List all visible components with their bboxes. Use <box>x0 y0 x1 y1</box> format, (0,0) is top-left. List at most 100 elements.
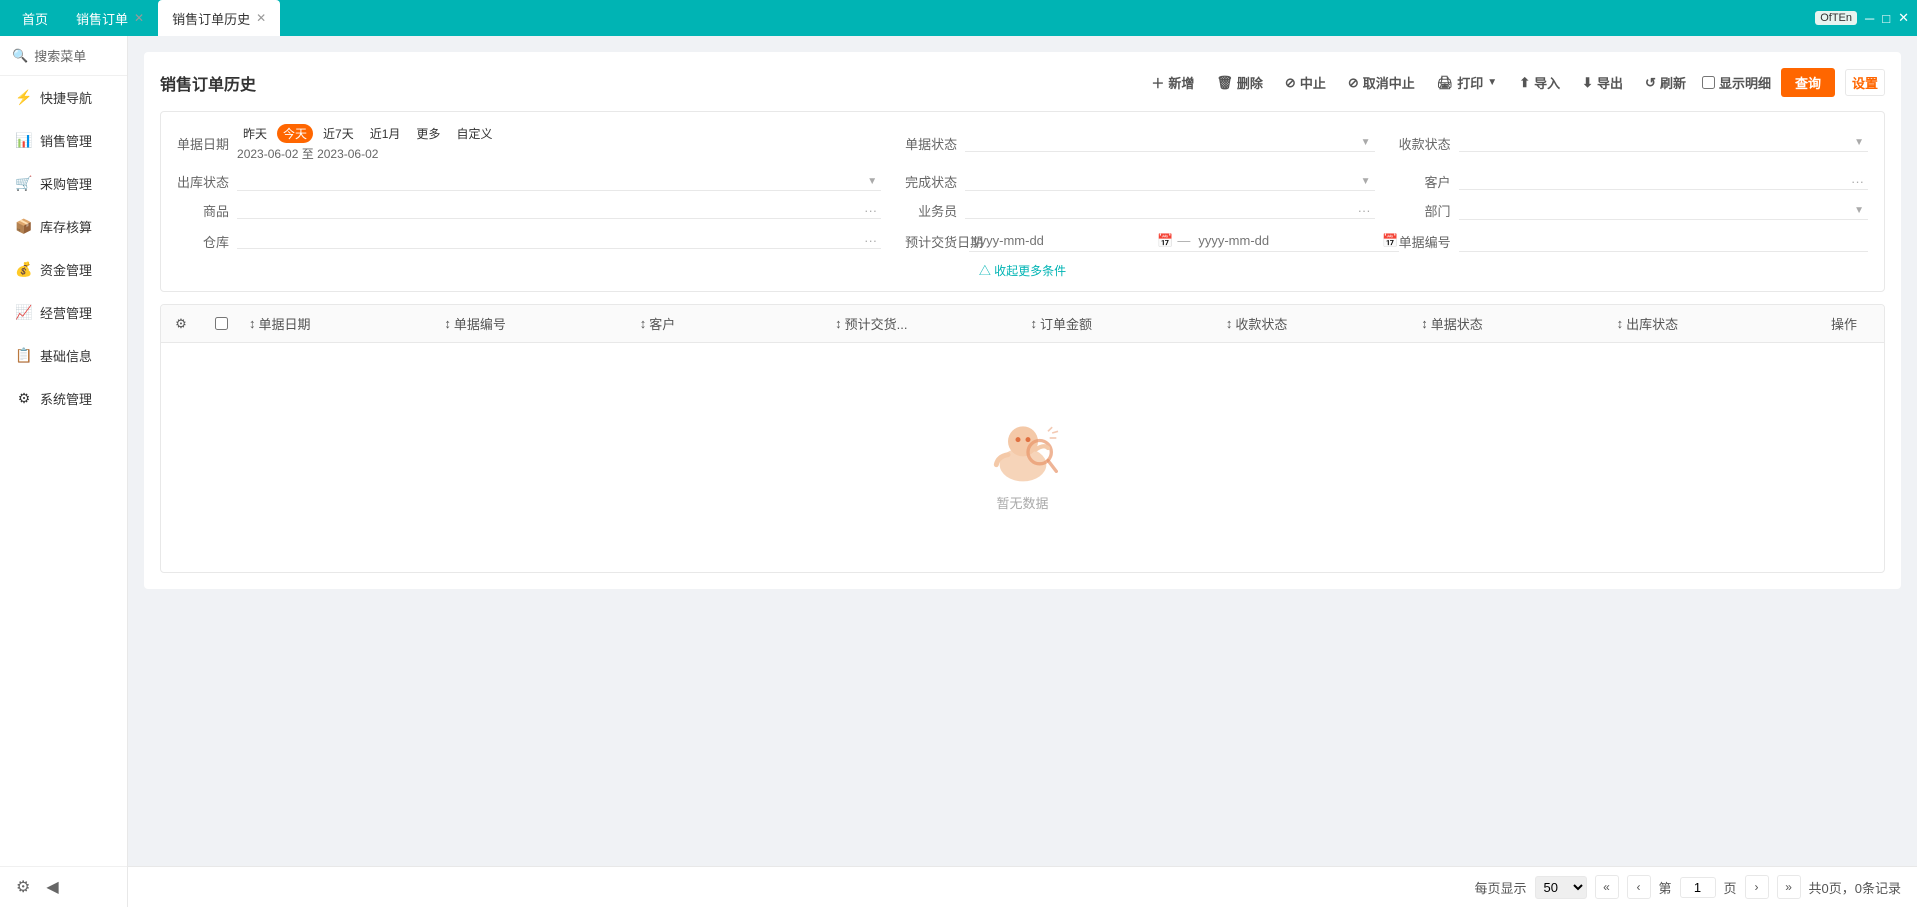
th-out-status-text: 出库状态 <box>1626 314 1678 333</box>
tab-sales-order-close[interactable]: ✕ <box>134 11 144 25</box>
bill-status-select[interactable]: ▼ <box>965 134 1374 152</box>
sidebar-item-sales-label: 销售管理 <box>40 131 92 150</box>
product-ellipsis[interactable]: ··· <box>860 203 881 218</box>
receipt-status-select[interactable]: ▼ <box>1459 134 1868 152</box>
print-button[interactable]: 🖨 打印 ▼ <box>1431 70 1503 95</box>
sidebar-item-basic[interactable]: 📋 基础信息 <box>0 334 127 377</box>
stop-button[interactable]: ⊘ 中止 <box>1279 70 1332 95</box>
th-amount[interactable]: ↕ 订单金额 <box>1023 314 1218 333</box>
th-bill-status[interactable]: ↕ 单据状态 <box>1413 314 1608 333</box>
department-select[interactable]: ▼ <box>1459 202 1868 220</box>
toolbar: ＋ 新增 🗑 删除 ⊘ 中止 ⊘ 取消中止 <box>1145 68 1885 97</box>
export-button[interactable]: ⬇ 导出 <box>1576 70 1629 95</box>
current-page-input[interactable] <box>1680 877 1716 898</box>
cancel-stop-button[interactable]: ⊘ 取消中止 <box>1342 70 1421 95</box>
filter-row-2: 出库状态 ▼ 完成状态 ▼ <box>177 172 1868 191</box>
th-receipt-status[interactable]: ↕ 收款状态 <box>1218 314 1413 333</box>
th-number[interactable]: ↕ 单据编号 <box>436 314 631 333</box>
warehouse-ellipsis[interactable]: ··· <box>860 233 881 248</box>
date-pill-last7[interactable]: 近7天 <box>317 124 360 143</box>
th-customer-text: 客户 <box>649 314 675 333</box>
th-date-text: 单据日期 <box>259 314 311 333</box>
bill-status-arrow: ▼ <box>1361 137 1371 148</box>
product-label: 商品 <box>177 201 237 220</box>
refresh-label: 刷新 <box>1660 73 1686 92</box>
delete-label: 删除 <box>1237 73 1263 92</box>
sidebar-item-sales[interactable]: 📊 销售管理 <box>0 119 127 162</box>
finance-icon: 💰 <box>16 262 32 278</box>
th-checkbox[interactable] <box>201 317 241 330</box>
last-page-btn[interactable]: » <box>1777 875 1801 899</box>
date-pill-more[interactable]: 更多 <box>410 124 446 143</box>
show-detail-checkbox[interactable]: 显示明细 <box>1702 73 1771 92</box>
th-settings[interactable]: ⚙ <box>161 316 201 332</box>
cancel-stop-icon: ⊘ <box>1348 75 1359 91</box>
show-detail-input[interactable] <box>1702 76 1715 89</box>
sidebar-item-operation[interactable]: 📈 经营管理 <box>0 291 127 334</box>
out-stock-select[interactable]: ▼ <box>237 173 881 191</box>
out-stock-arrow: ▼ <box>867 176 877 187</box>
tab-sales-order[interactable]: 销售订单 ✕ <box>62 0 158 36</box>
th-action-text: 操作 <box>1831 314 1857 333</box>
select-all-checkbox[interactable] <box>215 317 228 330</box>
th-customer[interactable]: ↕ 客户 <box>632 314 827 333</box>
import-button[interactable]: ⬆ 导入 <box>1513 70 1566 95</box>
th-expected-delivery[interactable]: ↕ 预计交货... <box>827 314 1022 333</box>
customer-input-wrapper: ··· <box>1459 174 1868 190</box>
next-page-btn[interactable]: › <box>1745 875 1769 899</box>
expected-date-to[interactable] <box>1194 230 1378 251</box>
page-unit-label: 页 <box>1724 878 1737 897</box>
date-range-text: 2023-06-02 至 2023-06-02 <box>237 145 881 162</box>
department-label: 部门 <box>1399 201 1459 220</box>
date-pill-yesterday[interactable]: 昨天 <box>237 124 273 143</box>
date-pill-today[interactable]: 今天 <box>277 124 313 143</box>
calendar-from-icon[interactable]: 📅 <box>1157 233 1173 249</box>
prev-page-btn[interactable]: ‹ <box>1627 875 1651 899</box>
salesperson-ellipsis[interactable]: ··· <box>1354 203 1375 218</box>
sidebar-item-inventory[interactable]: 📦 库存核算 <box>0 205 127 248</box>
customer-ellipsis[interactable]: ··· <box>1847 174 1868 189</box>
warehouse-label: 仓库 <box>177 232 237 251</box>
settings-button[interactable]: 设置 <box>1845 69 1885 96</box>
settings-label: 设置 <box>1852 73 1878 92</box>
refresh-button[interactable]: ↺ 刷新 <box>1639 70 1692 95</box>
close-btn[interactable]: ✕ <box>1898 10 1909 26</box>
sidebar-item-purchase[interactable]: 🛒 采购管理 <box>0 162 127 205</box>
basic-icon: 📋 <box>16 348 32 364</box>
print-arrow: ▼ <box>1487 77 1497 88</box>
complete-status-select[interactable]: ▼ <box>965 173 1374 191</box>
minimize-btn[interactable]: ─ <box>1865 11 1874 26</box>
sidebar-collapse-icon[interactable]: ◀ <box>46 877 58 897</box>
tab-home[interactable]: 首页 <box>8 0 62 36</box>
calendar-to-icon[interactable]: 📅 <box>1382 233 1398 249</box>
date-pill-custom[interactable]: 自定义 <box>450 124 498 143</box>
tab-sales-order-history[interactable]: 销售订单历史 ✕ <box>158 0 280 36</box>
th-out-status[interactable]: ↕ 出库状态 <box>1609 314 1804 333</box>
date-pill-last1m[interactable]: 近1月 <box>364 124 407 143</box>
tab-sales-order-history-label: 销售订单历史 <box>172 9 250 28</box>
sidebar-item-finance[interactable]: 💰 资金管理 <box>0 248 127 291</box>
first-page-btn[interactable]: « <box>1595 875 1619 899</box>
bill-number-input[interactable] <box>1459 230 1868 251</box>
tab-sales-order-history-close[interactable]: ✕ <box>256 11 266 25</box>
sidebar-item-system[interactable]: ⚙ 系统管理 <box>0 377 127 420</box>
sales-icon: 📊 <box>16 133 32 149</box>
filter-expected-date: 预计交货日期 📅 — 📅 <box>905 230 1374 252</box>
sidebar-settings-icon[interactable]: ⚙ <box>16 877 30 897</box>
th-date[interactable]: ↕ 单据日期 <box>241 314 436 333</box>
bill-status-label: 单据状态 <box>905 134 965 153</box>
sidebar-search[interactable]: 🔍 搜索菜单 <box>0 36 127 76</box>
sidebar-item-system-label: 系统管理 <box>40 389 92 408</box>
new-button[interactable]: ＋ 新增 <box>1145 70 1200 95</box>
sidebar-item-quick-nav[interactable]: ⚡ 快捷导航 <box>0 76 127 119</box>
th-bill-status-text: 单据状态 <box>1431 314 1483 333</box>
maximize-btn[interactable]: □ <box>1882 11 1890 26</box>
stop-icon: ⊘ <box>1285 75 1296 91</box>
per-page-select[interactable]: 20 50 100 <box>1535 876 1587 899</box>
query-button[interactable]: 查询 <box>1781 68 1835 97</box>
search-icon: 🔍 <box>12 48 28 64</box>
delete-button[interactable]: 🗑 删除 <box>1210 70 1269 95</box>
date-label: 单据日期 <box>177 134 237 153</box>
expected-date-from[interactable] <box>969 230 1153 251</box>
collapse-button[interactable]: △ 收起更多条件 <box>177 262 1868 279</box>
